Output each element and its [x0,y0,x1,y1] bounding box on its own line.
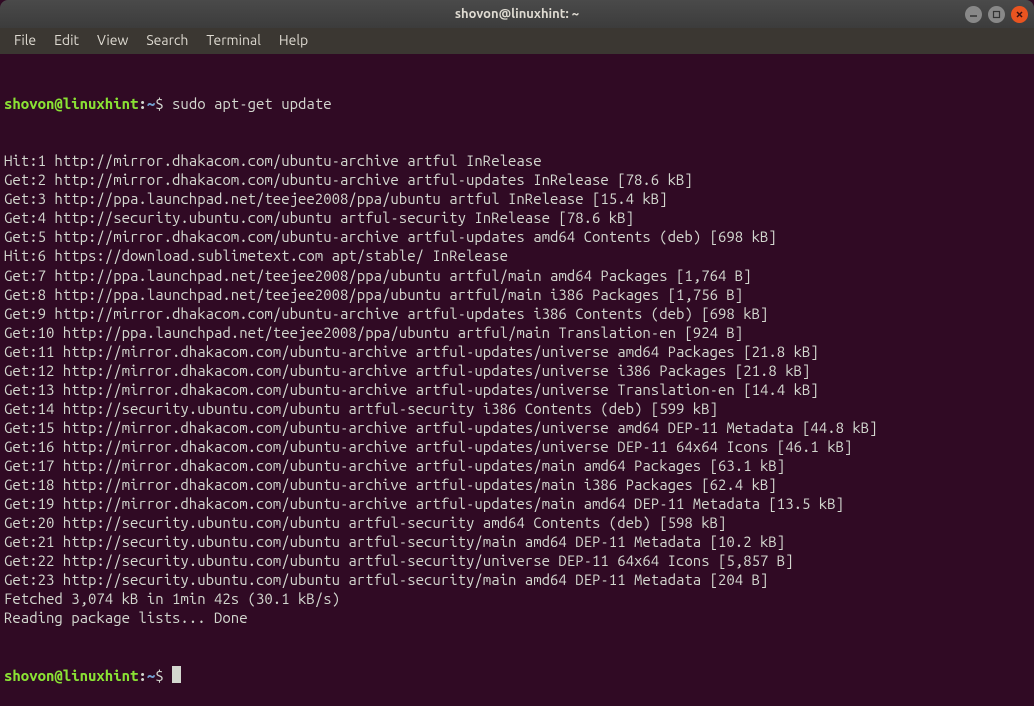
output-line: Get:2 http://mirror.dhakacom.com/ubuntu-… [4,170,1030,189]
prompt-user-host: shovon@linuxhint [4,667,138,684]
menu-edit[interactable]: Edit [46,29,87,53]
close-button[interactable] [1011,6,1028,23]
prompt-colon: : [138,95,146,112]
menu-view[interactable]: View [89,29,136,53]
prompt-dollar: $ [155,95,163,112]
output-line: Get:9 http://mirror.dhakacom.com/ubuntu-… [4,304,1030,323]
output-line: Get:19 http://mirror.dhakacom.com/ubuntu… [4,494,1030,513]
prompt-path: ~ [147,667,155,684]
output-line: Get:15 http://mirror.dhakacom.com/ubuntu… [4,418,1030,437]
menu-terminal[interactable]: Terminal [198,29,269,53]
output-line: Get:14 http://security.ubuntu.com/ubuntu… [4,399,1030,418]
output-line: Get:13 http://mirror.dhakacom.com/ubuntu… [4,380,1030,399]
output-line: Get:20 http://security.ubuntu.com/ubuntu… [4,513,1030,532]
output-line: Get:18 http://mirror.dhakacom.com/ubuntu… [4,475,1030,494]
output-line: Get:21 http://security.ubuntu.com/ubuntu… [4,532,1030,551]
menu-search[interactable]: Search [138,29,196,53]
cursor [172,666,181,683]
output-line: Get:5 http://mirror.dhakacom.com/ubuntu-… [4,227,1030,246]
menu-help[interactable]: Help [271,29,316,53]
prompt-colon: : [138,667,146,684]
output-line: Get:7 http://ppa.launchpad.net/teejee200… [4,266,1030,285]
output-line: Get:22 http://security.ubuntu.com/ubuntu… [4,551,1030,570]
output: Hit:1 http://mirror.dhakacom.com/ubuntu-… [4,151,1030,627]
window-controls [965,6,1028,23]
window-title: shovon@linuxhint: ~ [455,6,579,23]
output-line: Get:11 http://mirror.dhakacom.com/ubuntu… [4,342,1030,361]
command-text: sudo apt-get update [164,95,332,112]
output-line: Get:3 http://ppa.launchpad.net/teejee200… [4,189,1030,208]
output-line: Get:10 http://ppa.launchpad.net/teejee20… [4,323,1030,342]
minimize-button[interactable] [965,6,982,23]
terminal[interactable]: shovon@linuxhint:~$ sudo apt-get update … [0,54,1034,706]
prompt-dollar: $ [155,667,163,684]
prompt-path: ~ [147,95,155,112]
output-line: Fetched 3,074 kB in 1min 42s (30.1 kB/s) [4,589,1030,608]
output-line: Get:12 http://mirror.dhakacom.com/ubuntu… [4,361,1030,380]
output-line: Hit:1 http://mirror.dhakacom.com/ubuntu-… [4,151,1030,170]
output-line: Get:23 http://security.ubuntu.com/ubuntu… [4,570,1030,589]
output-line: Reading package lists... Done [4,608,1030,627]
output-line: Get:16 http://mirror.dhakacom.com/ubuntu… [4,437,1030,456]
maximize-button[interactable] [988,6,1005,23]
output-line: Get:17 http://mirror.dhakacom.com/ubuntu… [4,456,1030,475]
menu-file[interactable]: File [6,29,44,53]
titlebar[interactable]: shovon@linuxhint: ~ [0,0,1034,28]
menubar: File Edit View Search Terminal Help [0,28,1034,54]
output-line: Get:4 http://security.ubuntu.com/ubuntu … [4,208,1030,227]
prompt-line-2: shovon@linuxhint:~$ [4,666,1030,685]
prompt-user-host: shovon@linuxhint [4,95,138,112]
output-line: Get:8 http://ppa.launchpad.net/teejee200… [4,285,1030,304]
prompt-line: shovon@linuxhint:~$ sudo apt-get update [4,94,1030,113]
output-line: Hit:6 https://download.sublimetext.com a… [4,246,1030,265]
